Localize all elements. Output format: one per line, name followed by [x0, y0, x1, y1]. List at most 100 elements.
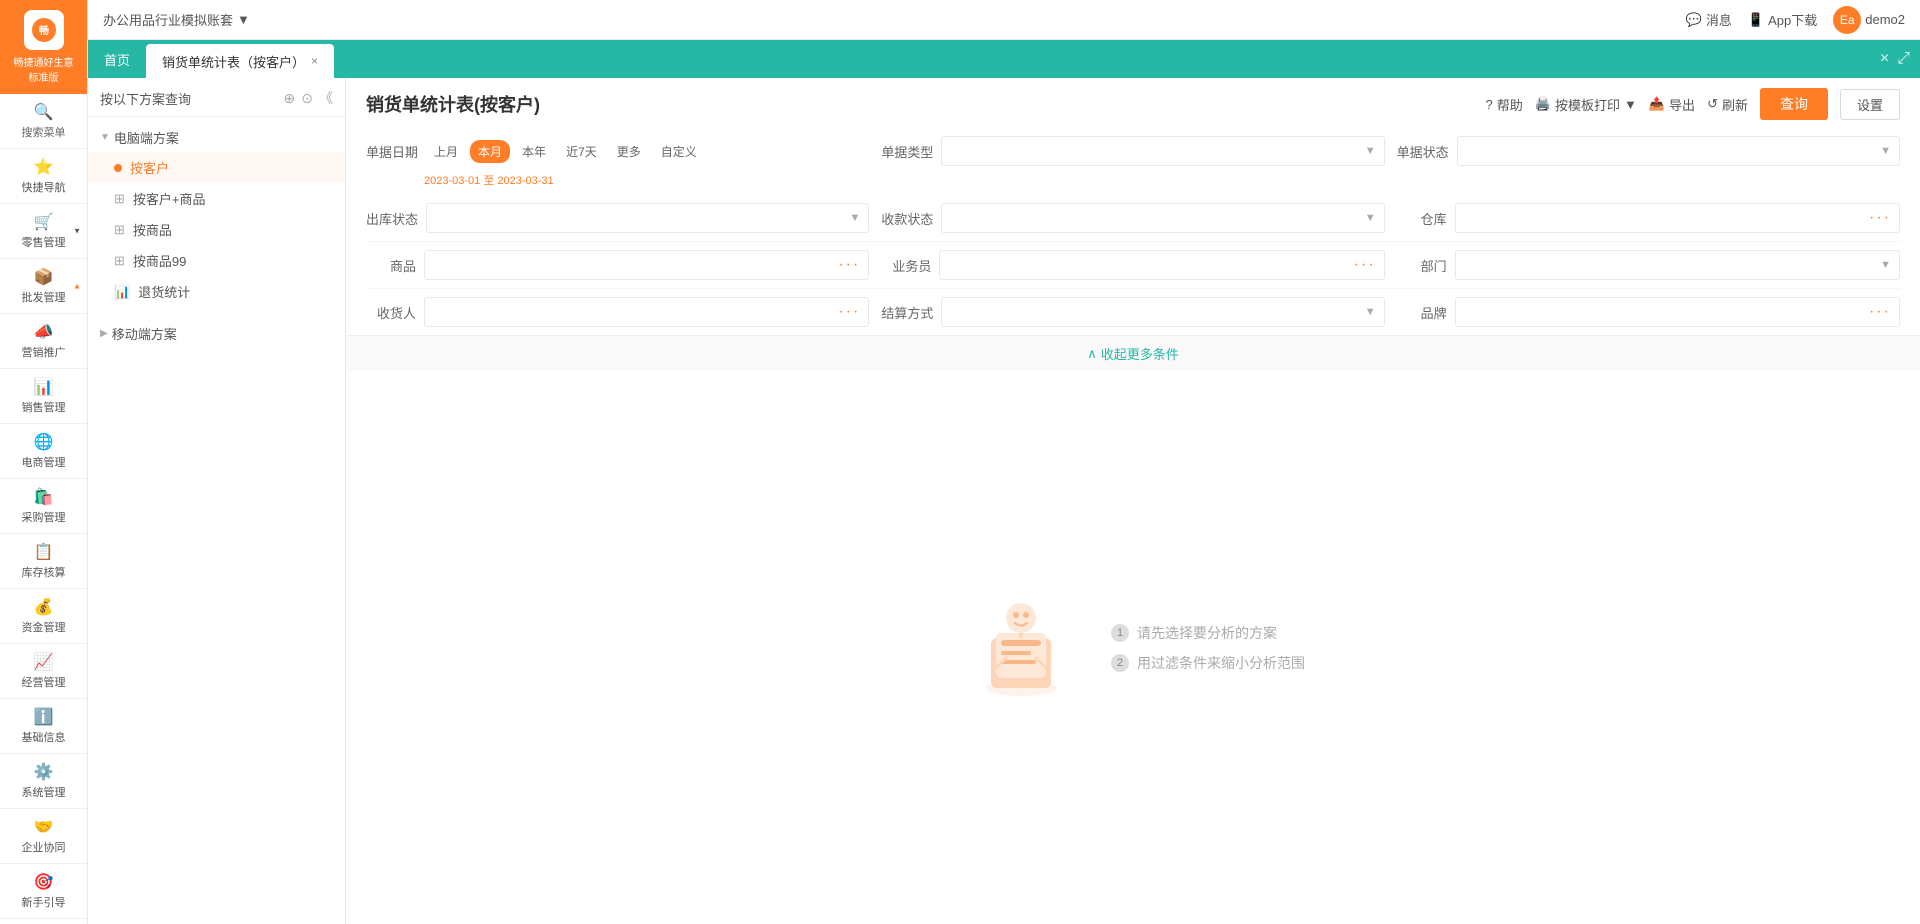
query-button[interactable]: 查询: [1760, 88, 1828, 120]
sidebar-item-inventory[interactable]: 📋 库存核算: [0, 534, 87, 589]
scheme-settings-icon[interactable]: ⊙: [301, 90, 313, 107]
sidebar-item-basic-info[interactable]: ℹ️ 基础信息: [0, 699, 87, 754]
date-tab-7days[interactable]: 近7天: [558, 140, 605, 163]
export-label: 导出: [1669, 95, 1695, 114]
tab-close-all-btn[interactable]: ×: [1880, 50, 1889, 68]
tab-maximize-btn[interactable]: ⤢: [1897, 50, 1910, 68]
settings-button[interactable]: 设置: [1840, 89, 1900, 120]
sidebar-item-search-menu[interactable]: 🔍 搜索菜单: [0, 94, 87, 149]
settlement-label: 结算方式: [881, 303, 933, 322]
date-tab-custom[interactable]: 自定义: [653, 140, 705, 163]
scheme-group-mobile-header[interactable]: ▶ 移动端方案: [88, 319, 345, 348]
export-btn[interactable]: 📤 导出: [1649, 95, 1695, 114]
main-area: 办公用品行业模拟账套 ▼ 💬 消息 📱 App下载 Ea demo2 首页 销货…: [88, 0, 1920, 924]
sidebar-item-app-center[interactable]: 📱 应用中心: [0, 919, 87, 924]
type-select[interactable]: ▼: [941, 136, 1384, 166]
pay-status-arrow: ▼: [1365, 212, 1376, 224]
sidebar-item-sales-mgmt[interactable]: 📊 销售管理: [0, 369, 87, 424]
refresh-btn[interactable]: ↺ 刷新: [1707, 95, 1748, 114]
sidebar-item-purchase-mgmt[interactable]: 🛍️ 采购管理: [0, 479, 87, 534]
scheme-group-pc-arrow: ▼: [100, 132, 110, 143]
wholesale-mgmt-icon: 📦: [34, 267, 54, 287]
tip-num-2: 2: [1111, 654, 1129, 672]
out-status-label: 出库状态: [366, 209, 418, 228]
sidebar-item-wholesale-mgmt[interactable]: 📦 批发管理: [0, 259, 87, 314]
warehouse-select[interactable]: ···: [1455, 203, 1900, 233]
date-tab-this-year[interactable]: 本年: [514, 140, 554, 163]
messages-btn[interactable]: 💬 消息: [1686, 10, 1732, 29]
sidebar-item-marketing[interactable]: 📣 营销推广: [0, 314, 87, 369]
settlement-select[interactable]: ▼: [941, 297, 1384, 327]
status-select[interactable]: ▼: [1457, 136, 1900, 166]
filter-row-4: 收货人 ··· 结算方式 ▼: [366, 289, 1900, 335]
sidebar-item-ecom-mgmt[interactable]: 🌐 电商管理: [0, 424, 87, 479]
user-profile-btn[interactable]: Ea demo2: [1833, 6, 1905, 34]
tab-close-icon[interactable]: ×: [311, 54, 318, 68]
scheme-item-table-icon: ⊞: [114, 191, 125, 207]
logo-text: 畅捷通好生意: [14, 54, 74, 69]
sidebar-item-operations[interactable]: 📈 经营管理: [0, 644, 87, 699]
sidebar-item-new-guide[interactable]: 🎯 新手引导: [0, 864, 87, 919]
dropdown-arrow-icon: ▼: [237, 12, 250, 27]
scheme-add-icon[interactable]: ⊕: [284, 90, 296, 107]
scheme-item-label: 按客户+商品: [133, 189, 206, 208]
quick-nav-icon: ⭐: [34, 157, 54, 177]
sidebar-item-label: 资金管理: [22, 619, 66, 635]
receiver-select[interactable]: ···: [424, 297, 869, 327]
scheme-collapse-icon[interactable]: 《: [319, 88, 333, 108]
refresh-label: 刷新: [1722, 95, 1748, 114]
sidebar-item-quick-nav[interactable]: ⭐ 快捷导航: [0, 149, 87, 204]
sidebar-item-label: 经营管理: [22, 674, 66, 690]
scheme-item-by-customer-goods[interactable]: ⊞ 按客户+商品: [88, 183, 345, 214]
scheme-item-return-stat[interactable]: 📊 退货统计: [88, 276, 345, 307]
sidebar-item-retail-mgmt[interactable]: 🛒 零售管理: [0, 204, 87, 259]
scheme-item-by-goods-99[interactable]: ⊞ 按商品99: [88, 245, 345, 276]
salesperson-label: 业务员: [881, 256, 931, 275]
sidebar-item-finance[interactable]: 💰 资金管理: [0, 589, 87, 644]
sidebar-item-sys-mgmt[interactable]: ⚙️ 系统管理: [0, 754, 87, 809]
help-btn[interactable]: ? 帮助: [1486, 95, 1523, 114]
sidebar-item-enterprise-collab[interactable]: 🤝 企业协同: [0, 809, 87, 864]
status-select-arrow: ▼: [1880, 145, 1891, 157]
date-tab-this-month[interactable]: 本月: [470, 140, 510, 163]
sales-stat-tab-label: 销货单统计表（按客户）: [162, 52, 305, 71]
brand-select[interactable]: ···: [1455, 297, 1900, 327]
tab-sales-stat[interactable]: 销货单统计表（按客户） ×: [146, 44, 334, 78]
scheme-title: 按以下方案查询: [100, 89, 191, 108]
scheme-item-active-dot: [114, 164, 122, 172]
scheme-panel: 按以下方案查询 ⊕ ⊙ 《 ▼ 电脑端方案 按客户: [88, 78, 346, 924]
date-tab-prev-month[interactable]: 上月: [426, 140, 466, 163]
pay-status-select[interactable]: ▼: [941, 203, 1384, 233]
filter-out-status-field: 出库状态 ▼: [366, 203, 869, 233]
filter-dept-field: 部门 ▼: [1397, 250, 1900, 280]
date-tab-more[interactable]: 更多: [609, 140, 649, 163]
out-status-arrow: ▼: [849, 212, 860, 224]
app-download-btn[interactable]: 📱 App下载: [1748, 10, 1817, 29]
collapse-more-btn[interactable]: ∧ 收起更多条件: [346, 336, 1920, 371]
template-print-arrow: ▼: [1624, 97, 1637, 112]
sidebar-item-label: 基础信息: [22, 729, 66, 745]
date-tabs: 上月 本月 本年 近7天 更多 自定义: [426, 140, 705, 163]
retail-mgmt-icon: 🛒: [34, 212, 54, 232]
dept-select[interactable]: ▼: [1455, 250, 1900, 280]
tab-home[interactable]: 首页: [88, 40, 146, 78]
goods-select[interactable]: ···: [424, 250, 869, 280]
scheme-group-mobile-label: 移动端方案: [112, 324, 177, 343]
filter-data-area: 销货单统计表(按客户) ? 帮助 🖨️ 按模板打印 ▼ 📤: [346, 78, 1920, 924]
filter-salesperson-field: 业务员 ···: [881, 250, 1384, 280]
page-title-bar: 销货单统计表(按客户) ? 帮助 🖨️ 按模板打印 ▼ 📤: [346, 78, 1920, 128]
scheme-group-pc-header[interactable]: ▼ 电脑端方案: [88, 123, 345, 152]
sidebar-item-label: 库存核算: [22, 564, 66, 580]
scheme-item-label: 按客户: [130, 158, 169, 177]
scheme-item-by-customer[interactable]: 按客户: [88, 152, 345, 183]
scheme-group-pc-label: 电脑端方案: [114, 128, 179, 147]
out-status-select[interactable]: ▼: [426, 203, 869, 233]
type-label: 单据类型: [881, 142, 933, 161]
template-print-btn[interactable]: 🖨️ 按模板打印 ▼: [1535, 95, 1637, 114]
logo-subtext: 标准版: [29, 69, 59, 84]
help-label: 帮助: [1497, 95, 1523, 114]
account-dropdown-btn[interactable]: 办公用品行业模拟账套 ▼: [103, 10, 250, 29]
salesperson-select[interactable]: ···: [939, 250, 1384, 280]
scheme-item-by-goods[interactable]: ⊞ 按商品: [88, 214, 345, 245]
empty-tip-1: 1 请先选择要分析的方案: [1111, 623, 1305, 643]
